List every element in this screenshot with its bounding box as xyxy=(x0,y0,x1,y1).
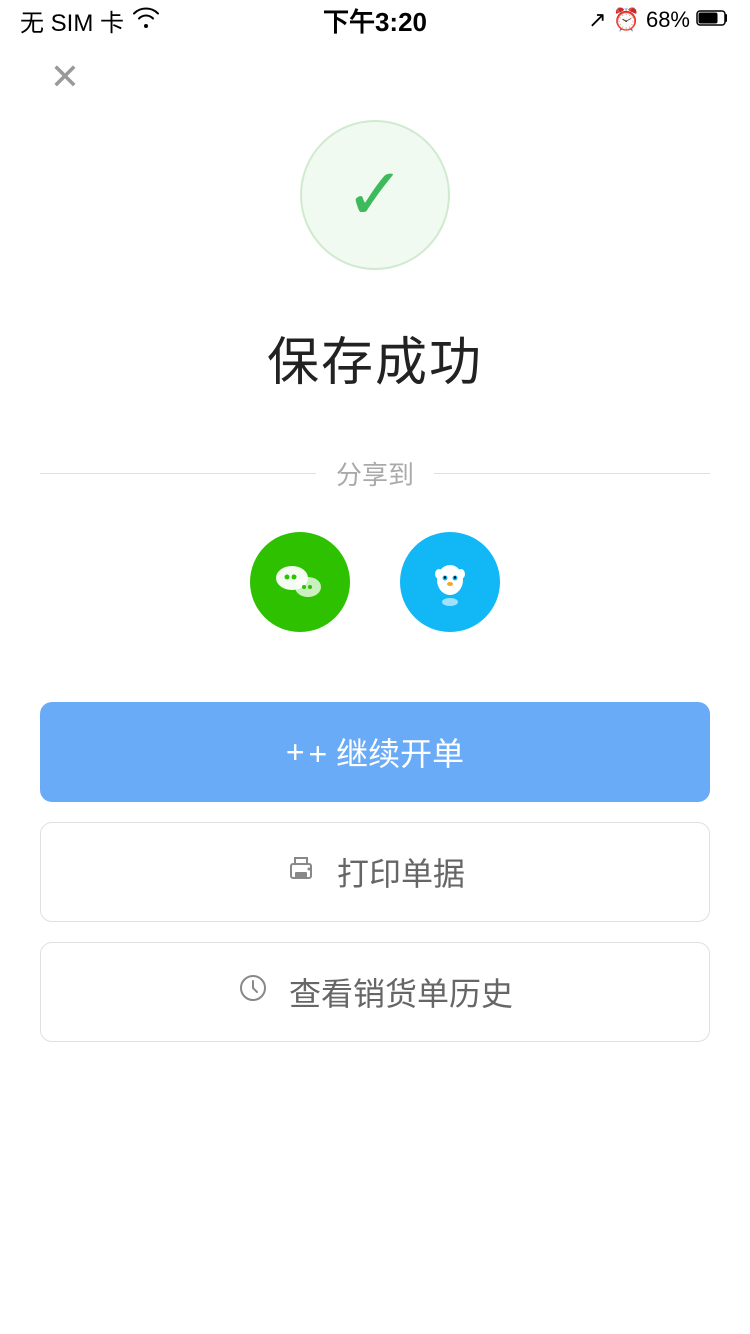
history-label: 查看销货单历史 xyxy=(289,969,513,1015)
plus-icon: + xyxy=(286,734,305,771)
action-buttons: + + 继续开单 打印单据 查看销货单历史 xyxy=(0,702,750,1042)
status-carrier: 无 SIM 卡 xyxy=(20,3,160,38)
print-icon xyxy=(285,852,317,892)
wechat-icon xyxy=(270,552,330,612)
checkmark-icon: ✓ xyxy=(345,159,405,231)
location-icon: ↗ xyxy=(588,7,606,33)
print-label: 打印单据 xyxy=(337,849,465,895)
status-time: 下午3:20 xyxy=(323,2,427,39)
status-right-icons: ↗ ⏰ 68% xyxy=(588,7,730,33)
battery-icon xyxy=(696,7,730,33)
share-label: 分享到 xyxy=(336,455,414,492)
carrier-label: 无 SIM 卡 xyxy=(20,3,124,38)
share-divider: 分享到 xyxy=(0,455,750,492)
print-button[interactable]: 打印单据 xyxy=(40,822,710,922)
close-icon: ✕ xyxy=(50,59,80,95)
close-button[interactable]: ✕ xyxy=(40,52,90,102)
battery-label: 68% xyxy=(646,7,690,33)
share-icons-row xyxy=(250,532,500,632)
divider-line-right xyxy=(434,473,710,474)
success-title: 保存成功 xyxy=(267,320,483,395)
main-content: ✓ 保存成功 分享到 xyxy=(0,40,750,1042)
status-bar: 无 SIM 卡 下午3:20 ↗ ⏰ 68% xyxy=(0,0,750,40)
view-history-button[interactable]: 查看销货单历史 xyxy=(40,942,710,1042)
wifi-icon xyxy=(132,6,160,35)
continue-order-label: + 继续开单 xyxy=(309,729,465,775)
qq-icon xyxy=(420,552,480,612)
wechat-share-button[interactable] xyxy=(250,532,350,632)
continue-order-button[interactable]: + + 继续开单 xyxy=(40,702,710,802)
qq-share-button[interactable] xyxy=(400,532,500,632)
divider-line-left xyxy=(40,473,316,474)
success-icon-circle: ✓ xyxy=(300,120,450,270)
history-icon xyxy=(237,972,269,1012)
alarm-icon: ⏰ xyxy=(613,7,640,33)
